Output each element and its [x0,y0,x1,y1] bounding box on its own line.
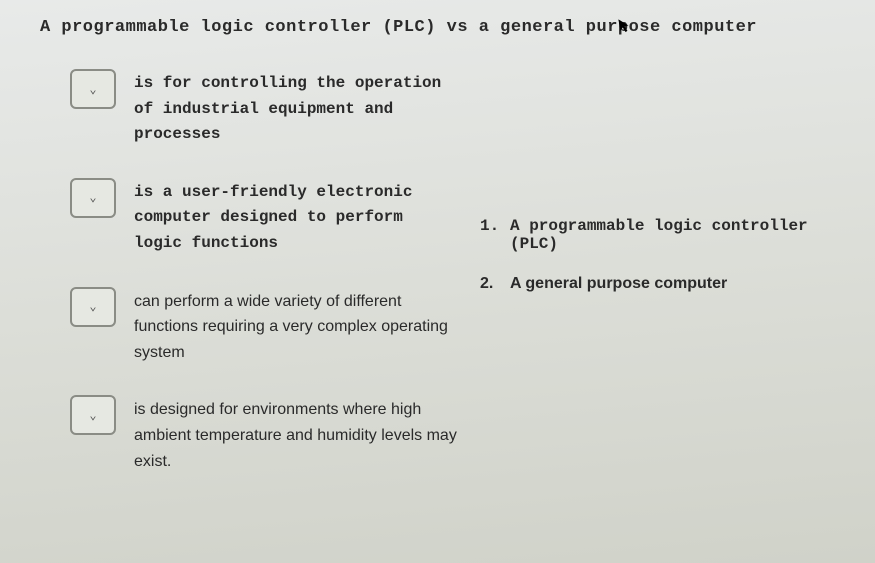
answer-options-column: 1. A programmable logic controller (PLC)… [480,67,835,502]
dropdown-4[interactable]: ⌄ [70,395,116,435]
answer-option-2: 2. A general purpose computer [480,275,835,293]
match-item-2: ⌄ is a user-friendly electronic computer… [70,176,460,257]
dropdown-2[interactable]: ⌄ [70,178,116,218]
answer-option-1: 1. A programmable logic controller (PLC) [480,217,835,253]
chevron-down-icon: ⌄ [89,190,96,205]
match-item-text: can perform a wide variety of different … [134,285,460,366]
answer-number: 2. [480,275,500,293]
match-item-text: is a user-friendly electronic computer d… [134,176,460,257]
question-title: A programmable logic controller (PLC) vs… [40,18,835,37]
match-item-text: is designed for environments where high … [134,393,460,474]
match-items-column: ⌄ is for controlling the operation of in… [40,67,460,502]
answer-number: 1. [480,217,500,253]
match-item-1: ⌄ is for controlling the operation of in… [70,67,460,148]
answer-text: A programmable logic controller (PLC) [510,217,835,253]
match-item-3: ⌄ can perform a wide variety of differen… [70,285,460,366]
dropdown-1[interactable]: ⌄ [70,69,116,109]
dropdown-3[interactable]: ⌄ [70,287,116,327]
match-item-text: is for controlling the operation of indu… [134,67,460,148]
chevron-down-icon: ⌄ [89,82,96,97]
content-wrapper: ⌄ is for controlling the operation of in… [40,67,835,502]
chevron-down-icon: ⌄ [89,408,96,423]
answer-text: A general purpose computer [510,275,727,293]
chevron-down-icon: ⌄ [89,299,96,314]
match-item-4: ⌄ is designed for environments where hig… [70,393,460,474]
